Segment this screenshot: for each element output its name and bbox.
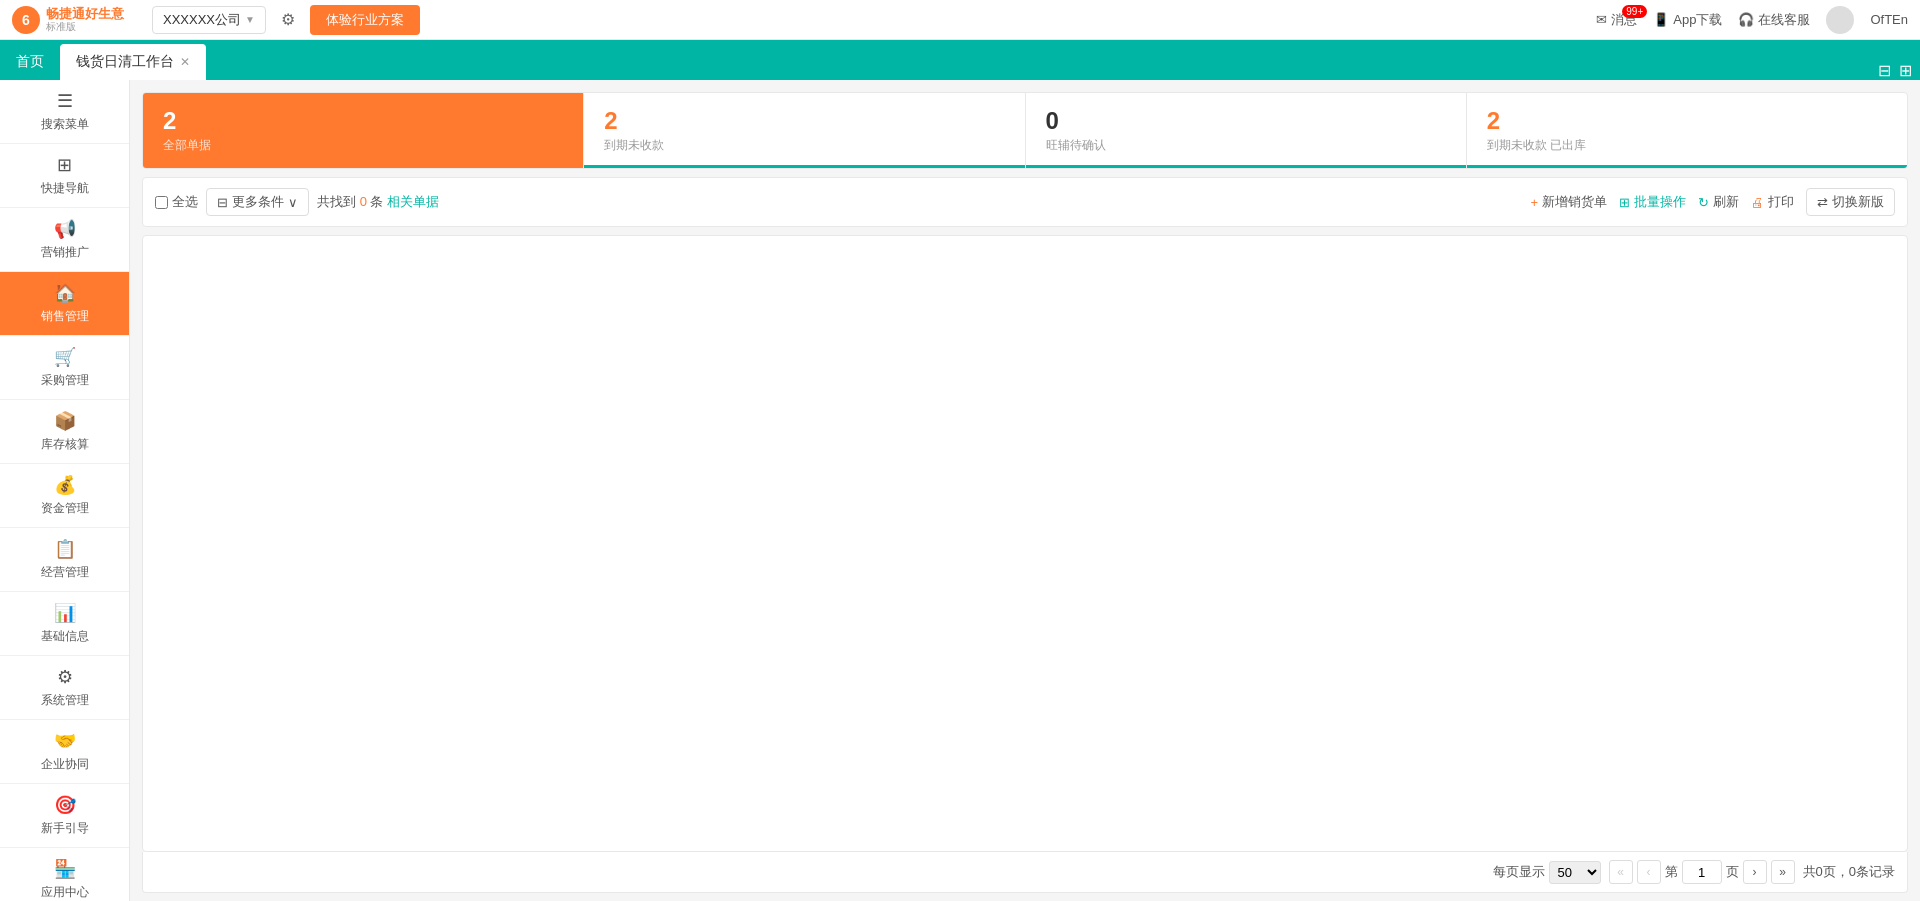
sidebar-item-purchase[interactable]: 🛒 采购管理 — [0, 336, 129, 400]
page-size-select: 每页显示 50 10 20 100 — [1493, 861, 1601, 884]
header-right: ✉ 消息 99+ 📱 App下载 🎧 在线客服 OfTEn — [1596, 6, 1908, 34]
sales-icon: 🏠 — [54, 282, 76, 304]
print-icon: 🖨 — [1751, 195, 1764, 210]
top-header: 6 畅捷通好生意 标准版 XXXXXX公司 ▼ ⚙ 体验行业方案 ✉ 消息 99… — [0, 0, 1920, 40]
select-all-input[interactable] — [155, 196, 168, 209]
enterprise-icon: 🤝 — [54, 730, 76, 752]
header-left: 6 畅捷通好生意 标准版 XXXXXX公司 ▼ ⚙ 体验行业方案 — [12, 5, 420, 35]
chevron-down-icon: ▼ — [245, 14, 255, 25]
sidebar-item-enterprise[interactable]: 🤝 企业协同 — [0, 720, 129, 784]
found-text: 共找到 0 条 相关单据 — [317, 193, 439, 211]
settings-icon[interactable]: ⚙ — [274, 6, 302, 34]
first-page-button[interactable]: « — [1609, 860, 1633, 884]
table-area — [142, 235, 1908, 852]
sidebar: ☰ 搜索菜单 ⊞ 快捷导航 📢 营销推广 🏠 销售管理 🛒 采购管理 📦 库存核… — [0, 80, 130, 901]
plus-icon: + — [1530, 195, 1538, 210]
sidebar-item-apps[interactable]: 🏪 应用中心 — [0, 848, 129, 901]
refresh-icon: ↻ — [1698, 195, 1709, 210]
page-size-dropdown[interactable]: 50 10 20 100 — [1549, 861, 1601, 884]
filter-icon: ⊟ — [217, 195, 228, 210]
switch-new-version-button[interactable]: ⇄ 切换新版 — [1806, 188, 1895, 216]
batch-operation-button[interactable]: ⊞ 批量操作 — [1619, 193, 1686, 211]
pagination-bar: 每页显示 50 10 20 100 « ‹ 第 页 › » 共0页，0条记录 — [142, 852, 1908, 893]
last-page-button[interactable]: » — [1771, 860, 1795, 884]
minimize-icon[interactable]: ⊟ — [1878, 61, 1891, 80]
stat-wangfu[interactable]: 0 旺辅待确认 — [1026, 93, 1467, 168]
total-info: 共0页，0条记录 — [1803, 863, 1895, 881]
refresh-button[interactable]: ↻ 刷新 — [1698, 193, 1739, 211]
sidebar-item-system[interactable]: ⚙ 系统管理 — [0, 656, 129, 720]
user-name[interactable]: OfTEn — [1870, 12, 1908, 27]
sidebar-item-marketing[interactable]: 📢 营销推广 — [0, 208, 129, 272]
operations-icon: 📋 — [54, 538, 76, 560]
logo-icon: 6 — [12, 6, 40, 34]
stats-row: 2 全部单据 2 到期未收款 0 旺辅待确认 2 到期未收款 已出库 — [142, 92, 1908, 169]
nav-tabs-actions: ⊟ ⊞ — [1878, 61, 1920, 80]
basic-icon: 📊 — [54, 602, 76, 624]
toolbar-left: 全选 ⊟ 更多条件 ∨ 共找到 0 条 相关单据 — [155, 188, 1522, 216]
message-icon: ✉ — [1596, 12, 1607, 27]
prev-page-button[interactable]: ‹ — [1637, 860, 1661, 884]
stat-overdue[interactable]: 2 到期未收款 — [584, 93, 1025, 168]
sidebar-item-sales[interactable]: 🏠 销售管理 — [0, 272, 129, 336]
select-all-checkbox[interactable]: 全选 — [155, 193, 198, 211]
tab-qianhuoriciqinggongzuotai[interactable]: 钱货日清工作台 ✕ — [60, 44, 206, 80]
purchase-icon: 🛒 — [54, 346, 76, 368]
finance-icon: 💰 — [54, 474, 76, 496]
inventory-icon: 📦 — [54, 410, 76, 432]
logo-text: 畅捷通好生意 标准版 — [46, 6, 124, 34]
chevron-down-filter-icon: ∨ — [288, 195, 298, 210]
sidebar-item-quicknav[interactable]: ⊞ 快捷导航 — [0, 144, 129, 208]
trial-button[interactable]: 体验行业方案 — [310, 5, 420, 35]
search-menu-icon: ☰ — [57, 90, 73, 112]
content-area: 2 全部单据 2 到期未收款 0 旺辅待确认 2 到期未收款 已出库 — [130, 80, 1920, 901]
guide-icon: 🎯 — [54, 794, 76, 816]
print-button[interactable]: 🖨 打印 — [1751, 193, 1794, 211]
filter-button[interactable]: ⊟ 更多条件 ∨ — [206, 188, 309, 216]
tab-home[interactable]: 首页 — [0, 44, 60, 80]
marketing-icon: 📢 — [54, 218, 76, 240]
messages-badge: 99+ — [1622, 5, 1647, 18]
page-nav: « ‹ 第 页 › » — [1609, 860, 1795, 884]
maximize-icon[interactable]: ⊞ — [1899, 61, 1912, 80]
sidebar-item-inventory[interactable]: 📦 库存核算 — [0, 400, 129, 464]
avatar[interactable] — [1826, 6, 1854, 34]
sidebar-item-operations[interactable]: 📋 经营管理 — [0, 528, 129, 592]
toolbar-right: + 新增销货单 ⊞ 批量操作 ↻ 刷新 🖨 打印 ⇄ 切换新版 — [1530, 188, 1895, 216]
quicknav-icon: ⊞ — [57, 154, 72, 176]
switch-icon: ⇄ — [1817, 195, 1828, 210]
online-service-action[interactable]: 🎧 在线客服 — [1738, 11, 1810, 29]
phone-icon: 📱 — [1653, 12, 1669, 27]
toolbar: 全选 ⊟ 更多条件 ∨ 共找到 0 条 相关单据 + 新增销货单 ⊞ 批量操作 — [142, 177, 1908, 227]
headset-icon: 🎧 — [1738, 12, 1754, 27]
app-download-action[interactable]: 📱 App下载 — [1653, 11, 1722, 29]
company-selector[interactable]: XXXXXX公司 ▼ — [152, 6, 266, 34]
batch-icon: ⊞ — [1619, 195, 1630, 210]
nav-tabs: 首页 钱货日清工作台 ✕ ⊟ ⊞ — [0, 40, 1920, 80]
sidebar-item-search[interactable]: ☰ 搜索菜单 — [0, 80, 129, 144]
next-page-button[interactable]: › — [1743, 860, 1767, 884]
stat-all[interactable]: 2 全部单据 — [143, 93, 584, 168]
apps-icon: 🏪 — [54, 858, 76, 880]
tab-close-icon[interactable]: ✕ — [180, 55, 190, 69]
sidebar-item-basic[interactable]: 📊 基础信息 — [0, 592, 129, 656]
new-sale-button[interactable]: + 新增销货单 — [1530, 193, 1607, 211]
main-layout: ☰ 搜索菜单 ⊞ 快捷导航 📢 营销推广 🏠 销售管理 🛒 采购管理 📦 库存核… — [0, 80, 1920, 901]
logo-area: 6 畅捷通好生意 标准版 — [12, 6, 124, 34]
system-icon: ⚙ — [57, 666, 73, 688]
page-number-input[interactable] — [1682, 860, 1722, 884]
sidebar-item-finance[interactable]: 💰 资金管理 — [0, 464, 129, 528]
messages-action[interactable]: ✉ 消息 99+ — [1596, 11, 1637, 29]
sidebar-item-guide[interactable]: 🎯 新手引导 — [0, 784, 129, 848]
stat-overdue-shipped[interactable]: 2 到期未收款 已出库 — [1467, 93, 1907, 168]
